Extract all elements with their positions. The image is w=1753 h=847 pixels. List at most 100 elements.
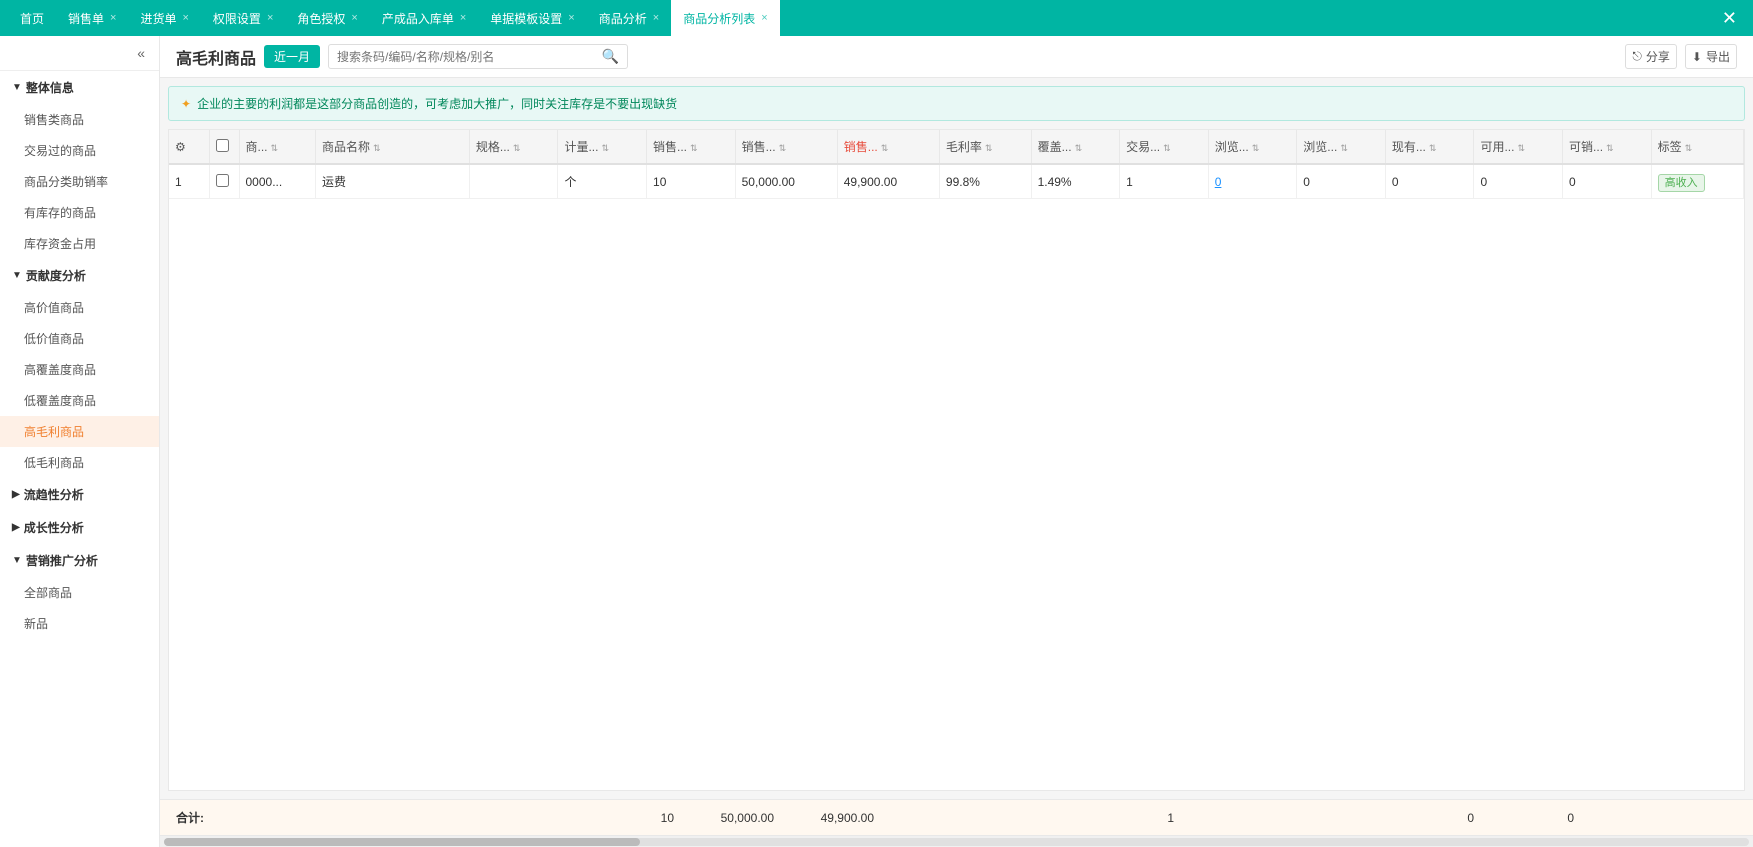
sort-icon: ⇅ <box>1340 143 1348 153</box>
page-title: 高毛利商品 <box>176 45 256 69</box>
sidebar-item-high-coverage[interactable]: 高覆盖度商品 <box>0 354 159 385</box>
content-area: 高毛利商品 近一月 🔍 ⎋ 分享 ⬇ 导出 ✦ 企业的主要的利 <box>160 36 1753 847</box>
sidebar-group-trend[interactable]: ▶ 流趋性分析 <box>0 478 159 511</box>
nav-purchase-order[interactable]: 进货单 × <box>128 0 200 36</box>
th-unit[interactable]: 计量...⇅ <box>558 130 647 164</box>
sidebar-item-traded-goods[interactable]: 交易过的商品 <box>0 135 159 166</box>
sidebar-group-contribution[interactable]: ▼ 贡献度分析 <box>0 259 159 292</box>
th-spec[interactable]: 规格...⇅ <box>469 130 558 164</box>
th-coverage[interactable]: 覆盖...⇅ <box>1031 130 1120 164</box>
recent-month-button[interactable]: 近一月 <box>264 45 320 68</box>
select-all-checkbox[interactable] <box>216 139 229 152</box>
close-icon[interactable]: × <box>267 12 273 24</box>
cell-checkbox[interactable] <box>209 164 239 199</box>
th-checkbox <box>209 130 239 164</box>
cell-browse1[interactable]: 0 <box>1208 164 1297 199</box>
th-tag[interactable]: 标签⇅ <box>1651 130 1743 164</box>
nav-sales-order[interactable]: 销售单 × <box>56 0 128 36</box>
close-icon[interactable]: × <box>761 12 767 24</box>
cell-transactions: 1 <box>1120 164 1209 199</box>
close-icon[interactable]: × <box>653 12 659 24</box>
sidebar-item-high-value[interactable]: 高价值商品 <box>0 292 159 323</box>
th-browse1[interactable]: 浏览...⇅ <box>1208 130 1297 164</box>
nav-template-settings[interactable]: 单据模板设置 × <box>478 0 586 36</box>
cell-browse2: 0 <box>1297 164 1386 199</box>
sidebar-group-contribution-label: 贡献度分析 <box>26 267 86 284</box>
sidebar-item-low-coverage[interactable]: 低覆盖度商品 <box>0 385 159 416</box>
sidebar-group-marketing[interactable]: ▼ 营销推广分析 <box>0 544 159 577</box>
notice-bar: ✦ 企业的主要的利润都是这部分商品创造的，可考虑加大推广，同时关注库存是不要出现… <box>168 86 1745 121</box>
sidebar-item-category-sales-rate[interactable]: 商品分类助销率 <box>0 166 159 197</box>
window-close-button[interactable]: ✕ <box>1722 8 1745 29</box>
arrow-right-icon: ▶ <box>12 522 20 533</box>
close-icon[interactable]: × <box>182 12 188 24</box>
share-button[interactable]: ⎋ 分享 <box>1625 44 1677 69</box>
th-current[interactable]: 现有...⇅ <box>1385 130 1474 164</box>
horizontal-scrollbar[interactable] <box>160 835 1753 847</box>
share-label: 分享 <box>1646 48 1670 65</box>
nav-permission-settings[interactable]: 权限设置 × <box>201 0 285 36</box>
cell-spec <box>469 164 558 199</box>
cell-sales2: 50,000.00 <box>735 164 837 199</box>
th-sales3[interactable]: 销售...⇅ <box>837 130 939 164</box>
th-settings[interactable]: ⚙ <box>169 130 209 164</box>
sort-icon: ⇅ <box>985 143 993 153</box>
th-sales2[interactable]: 销售...⇅ <box>735 130 837 164</box>
th-name[interactable]: 商品名称⇅ <box>315 130 469 164</box>
main-container: « ▼ 整体信息 销售类商品 交易过的商品 商品分类助销率 有库存的商品 库存资… <box>0 36 1753 847</box>
sidebar-item-low-value[interactable]: 低价值商品 <box>0 323 159 354</box>
sidebar-group-general-info[interactable]: ▼ 整体信息 <box>0 71 159 104</box>
sidebar-item-new-goods[interactable]: 新品 <box>0 608 159 639</box>
export-label: 导出 <box>1706 48 1730 65</box>
row-checkbox[interactable] <box>216 174 229 187</box>
cell-index: 1 <box>169 164 209 199</box>
tag-badge: 高收入 <box>1658 174 1705 192</box>
arrow-down-icon: ▼ <box>12 555 22 566</box>
sort-icon: ⇅ <box>881 143 889 153</box>
cell-sales3: 49,900.00 <box>837 164 939 199</box>
nav-product-analysis[interactable]: 商品分析 × <box>587 0 671 36</box>
close-icon[interactable]: × <box>351 12 357 24</box>
th-browse2[interactable]: 浏览...⇅ <box>1297 130 1386 164</box>
export-icon: ⬇ <box>1692 50 1702 64</box>
search-input[interactable] <box>337 50 598 64</box>
scrollbar-track <box>164 838 1749 846</box>
cell-tag: 高收入 <box>1651 164 1743 199</box>
th-sales1[interactable]: 销售...⇅ <box>647 130 736 164</box>
sort-icon: ⇅ <box>1517 143 1525 153</box>
sidebar-item-stock-capital[interactable]: 库存资金占用 <box>0 228 159 259</box>
th-saleable[interactable]: 可销...⇅ <box>1563 130 1652 164</box>
sidebar-group-growth[interactable]: ▶ 成长性分析 <box>0 511 159 544</box>
close-icon[interactable]: × <box>568 12 574 24</box>
sidebar-item-sales-goods[interactable]: 销售类商品 <box>0 104 159 135</box>
nav-product-analysis-list[interactable]: 商品分析列表 × <box>671 0 779 36</box>
nav-product-warehouse[interactable]: 产成品入库单 × <box>370 0 478 36</box>
search-icon-button[interactable]: 🔍 <box>602 48 619 65</box>
th-gross-rate[interactable]: 毛利率⇅ <box>939 130 1031 164</box>
sidebar-collapse-button[interactable]: « <box>131 42 151 64</box>
nav-product-analysis-list-label: 商品分析列表 <box>683 10 755 27</box>
nav-home[interactable]: 首页 <box>8 0 56 36</box>
sidebar-item-low-margin[interactable]: 低毛利商品 <box>0 447 159 478</box>
close-icon[interactable]: × <box>110 12 116 24</box>
nav-role-auth[interactable]: 角色授权 × <box>285 0 369 36</box>
sidebar-group-growth-label: 成长性分析 <box>24 519 84 536</box>
sort-icon: ⇅ <box>1252 143 1260 153</box>
nav-home-label: 首页 <box>20 10 44 27</box>
arrow-down-icon: ▼ <box>12 82 22 93</box>
sidebar-item-high-margin[interactable]: 高毛利商品 <box>0 416 159 447</box>
cell-code: 0000... <box>239 164 315 199</box>
sidebar-group-general-info-label: 整体信息 <box>26 79 74 96</box>
th-transactions[interactable]: 交易...⇅ <box>1120 130 1209 164</box>
sidebar-item-all-goods[interactable]: 全部商品 <box>0 577 159 608</box>
th-available[interactable]: 可用...⇅ <box>1474 130 1563 164</box>
nav-product-analysis-label: 商品分析 <box>599 10 647 27</box>
sidebar-item-stock-goods[interactable]: 有库存的商品 <box>0 197 159 228</box>
table-container[interactable]: ⚙ 商...⇅ 商品名称⇅ 规格...⇅ 计量...⇅ 销售...⇅ 销售...… <box>168 129 1745 791</box>
scrollbar-thumb[interactable] <box>164 838 640 846</box>
cell-sales1: 10 <box>647 164 736 199</box>
sort-icon: ⇅ <box>779 143 787 153</box>
close-icon[interactable]: × <box>460 12 466 24</box>
export-button[interactable]: ⬇ 导出 <box>1685 44 1737 69</box>
th-code[interactable]: 商...⇅ <box>239 130 315 164</box>
